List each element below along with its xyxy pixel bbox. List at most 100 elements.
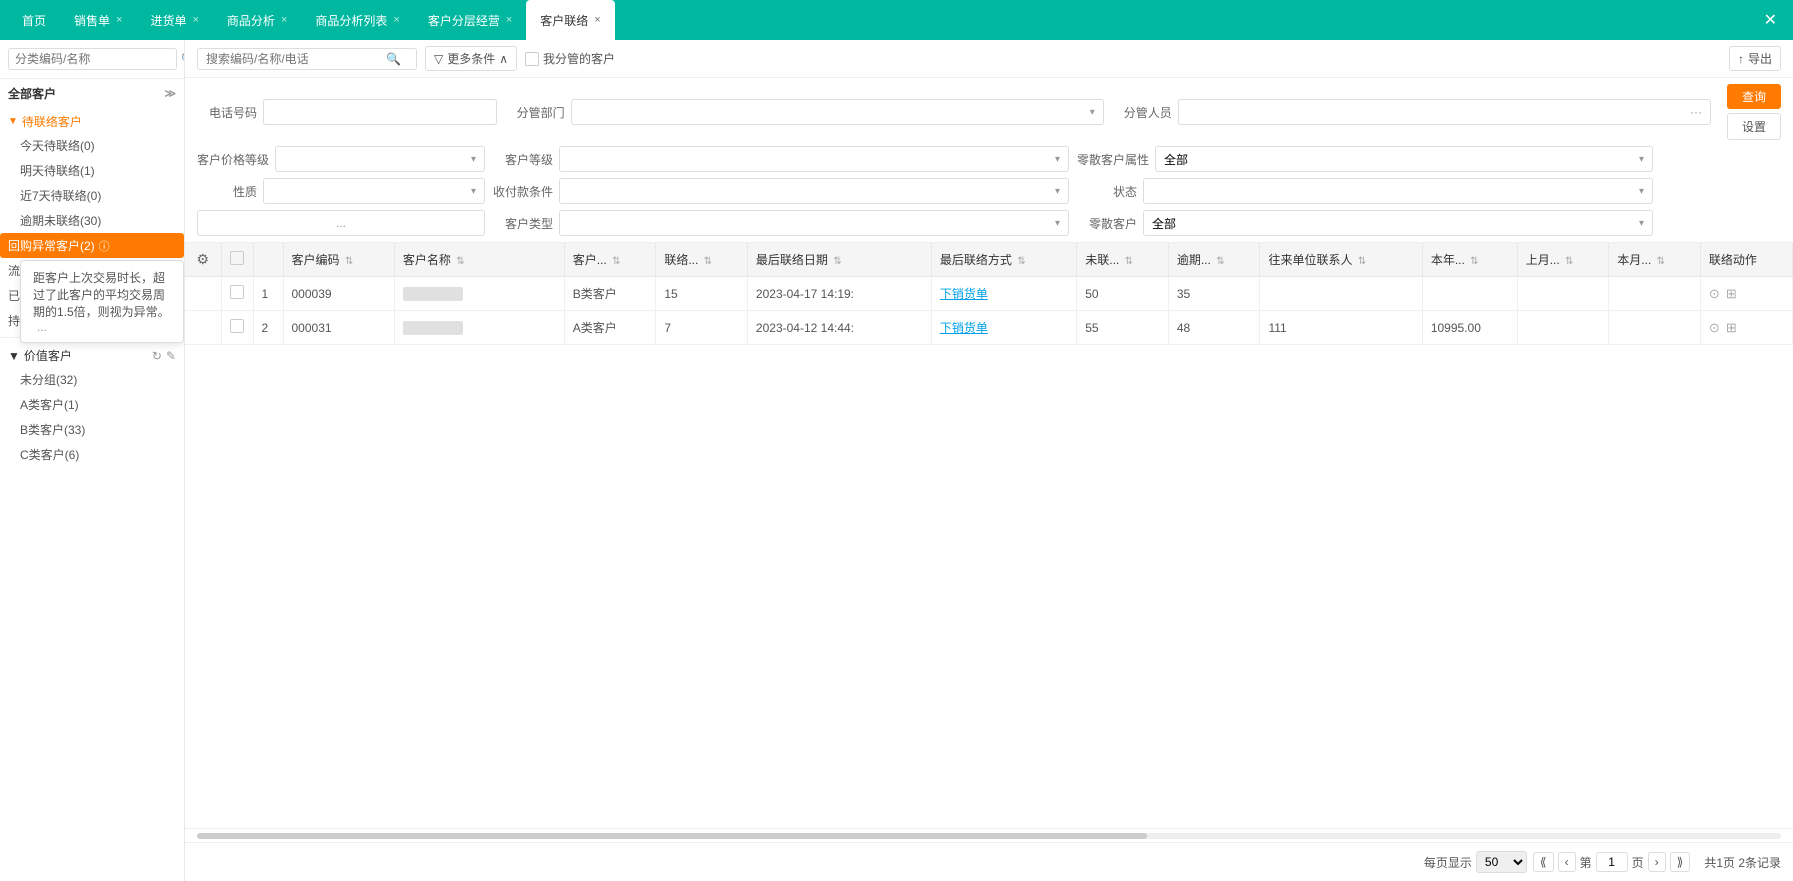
row1-this-year (1422, 277, 1517, 311)
row1-view-icon[interactable]: ⊙ (1709, 286, 1720, 302)
next-page-button[interactable]: › (1648, 852, 1666, 872)
sidebar-search-input[interactable] (8, 48, 177, 70)
value-group-edit-icon[interactable]: ✎ (166, 349, 176, 363)
sidebar-item-rebuy-abnormal[interactable]: 回购异常客户(2) ⓘ (0, 233, 184, 258)
query-button[interactable]: 查询 (1727, 84, 1781, 109)
retail-customer-select[interactable]: 全部 ▾ (1143, 210, 1653, 236)
table-col-customer-type[interactable]: 客户... ⇅ (564, 243, 656, 277)
nav-home[interactable]: 首页 (8, 0, 60, 40)
sidebar-item-ungrouped[interactable]: 未分组(32) (0, 367, 184, 392)
first-page-button[interactable]: ⟪ (1533, 852, 1554, 872)
nav-sales-close[interactable]: × (116, 14, 122, 26)
manager-input[interactable]: ··· (1178, 99, 1711, 125)
sidebar-item-overdue-pending[interactable]: 逾期未联络(30) (0, 208, 184, 233)
sidebar-value-group[interactable]: ▼ 价值客户 ↻ ✎ (0, 342, 184, 367)
window-close-button[interactable]: ✕ (1756, 10, 1785, 30)
page-number-input[interactable] (1596, 852, 1628, 872)
customer-type-select[interactable]: ▾ (559, 210, 1069, 236)
more-filter-button[interactable]: ▽ 更多条件 ∧ (425, 46, 517, 71)
payment-select[interactable]: ▾ (559, 178, 1069, 204)
table-col-unreached[interactable]: 未联... ⇅ (1077, 243, 1169, 277)
prev-page-button[interactable]: ‹ (1558, 852, 1576, 872)
row1-last-contact-method[interactable]: 下销货单 (931, 277, 1076, 311)
value-group-refresh-icon[interactable]: ↻ (152, 349, 162, 363)
gender-select[interactable]: ▾ (263, 178, 485, 204)
table-col-customer-code[interactable]: 客户编码 ⇅ (283, 243, 394, 277)
nav-product-analysis-list-close[interactable]: × (393, 14, 399, 26)
table-col-settings[interactable]: ⚙ (185, 243, 221, 277)
nav-customer-tier[interactable]: 客户分层经营 × (414, 0, 526, 40)
row2-more-icon[interactable]: ⊞ (1726, 320, 1737, 336)
sidebar-item-7day-pending[interactable]: 近7天待联络(0) (0, 183, 184, 208)
row2-checkbox[interactable] (221, 311, 253, 345)
customer-level-select[interactable]: ▾ (559, 146, 1069, 172)
table-col-unit-contacts[interactable]: 往来单位联系人 ⇅ (1260, 243, 1422, 277)
table-col-overdue[interactable]: 逾期... ⇅ (1168, 243, 1260, 277)
last-page-button[interactable]: ⟫ (1670, 852, 1691, 872)
tooltip-more-icon[interactable]: ... (37, 320, 47, 334)
nav-purchase[interactable]: 进货单 × (136, 0, 212, 40)
price-level-select[interactable]: ▾ (275, 146, 485, 172)
last-contact-date-sort-icon: ⇅ (833, 256, 841, 267)
row1-checkbox[interactable] (221, 277, 253, 311)
export-button[interactable]: ↑ 导出 (1729, 46, 1781, 71)
nav-product-analysis[interactable]: 商品分析 × (213, 0, 301, 40)
nav-customer-contact[interactable]: 客户联络 × (526, 0, 614, 40)
my-customer-checkbox-area[interactable]: 我分管的客户 (525, 50, 615, 67)
row1-contact-method-link[interactable]: 下销货单 (940, 287, 988, 301)
row1-action-icons: ⊙ ⊞ (1709, 286, 1784, 302)
sidebar-pending-group[interactable]: ▼ 待联络客户 (0, 108, 184, 133)
sidebar-item-tomorrow-pending[interactable]: 明天待联络(1) (0, 158, 184, 183)
sidebar-item-c-class[interactable]: C类客户(6) (0, 442, 184, 467)
row1-name-blurred (403, 287, 463, 301)
my-customer-checkbox[interactable] (525, 52, 539, 66)
row1-checkbox-input[interactable] (230, 285, 244, 299)
table-settings-gear-icon[interactable]: ⚙ (196, 251, 209, 267)
gender-chevron-icon: ▾ (471, 186, 476, 197)
nav-customer-contact-close[interactable]: × (594, 14, 600, 26)
table-col-contact[interactable]: 联络... ⇅ (656, 243, 748, 277)
row2-overdue: 48 (1168, 311, 1260, 345)
per-page-select[interactable]: 50 100 200 (1476, 851, 1527, 873)
row2-contact-method-link[interactable]: 下销货单 (940, 321, 988, 335)
table-col-this-month[interactable]: 本月... ⇅ (1609, 243, 1701, 277)
more-dots-button[interactable]: ... (197, 210, 485, 236)
sidebar-item-today-pending[interactable]: 今天待联络(0) (0, 133, 184, 158)
main-search-input[interactable] (206, 52, 386, 66)
sidebar-collapse-btn[interactable]: ≫ (164, 87, 176, 100)
filter-customer-level: 客户等级 ▾ (493, 146, 1069, 172)
main-search-icon[interactable]: 🔍 (386, 52, 401, 66)
table-col-this-year[interactable]: 本年... ⇅ (1422, 243, 1517, 277)
row2-checkbox-input[interactable] (230, 319, 244, 333)
dept-select[interactable]: ▾ (571, 99, 1104, 125)
nav-sales[interactable]: 销售单 × (60, 0, 136, 40)
row2-last-contact-method[interactable]: 下销货单 (931, 311, 1076, 345)
search-box: 🔍 (197, 48, 417, 70)
nav-customer-tier-close[interactable]: × (506, 14, 512, 26)
table-col-checkbox[interactable] (221, 243, 253, 277)
table-col-customer-name[interactable]: 客户名称 ⇅ (394, 243, 564, 277)
sidebar-item-b-class[interactable]: B类客户(33) (0, 417, 184, 442)
nav-purchase-close[interactable]: × (192, 14, 198, 26)
table-col-last-contact-date[interactable]: 最后联络日期 ⇅ (747, 243, 931, 277)
data-table-container: ⚙ 客户编码 ⇅ 客户名称 ⇅ (185, 243, 1793, 828)
filter-dept: 分管部门 ▾ (505, 99, 1104, 125)
row2-view-icon[interactable]: ⊙ (1709, 320, 1720, 336)
status-select[interactable]: ▾ (1143, 178, 1653, 204)
table-col-last-month[interactable]: 上月... ⇅ (1517, 243, 1609, 277)
row1-more-icon[interactable]: ⊞ (1726, 286, 1737, 302)
gender-label: 性质 (197, 183, 257, 200)
retail-attr-label: 零散客户属性 (1077, 151, 1149, 168)
table-col-last-contact-method[interactable]: 最后联络方式 ⇅ (931, 243, 1076, 277)
nav-product-analysis-close[interactable]: × (281, 14, 287, 26)
phone-input[interactable] (263, 99, 497, 125)
sidebar-search-icon[interactable]: 🔍 (181, 52, 185, 66)
status-chevron-icon: ▾ (1639, 186, 1644, 197)
scroll-thumb[interactable] (197, 833, 1147, 839)
nav-product-analysis-list[interactable]: 商品分析列表 × (301, 0, 413, 40)
horizontal-scrollbar[interactable] (185, 828, 1793, 842)
setting-button[interactable]: 设置 (1727, 113, 1781, 140)
sidebar-item-a-class[interactable]: A类客户(1) (0, 392, 184, 417)
retail-attr-select[interactable]: 全部 ▾ (1155, 146, 1653, 172)
table-header-checkbox[interactable] (230, 251, 244, 265)
